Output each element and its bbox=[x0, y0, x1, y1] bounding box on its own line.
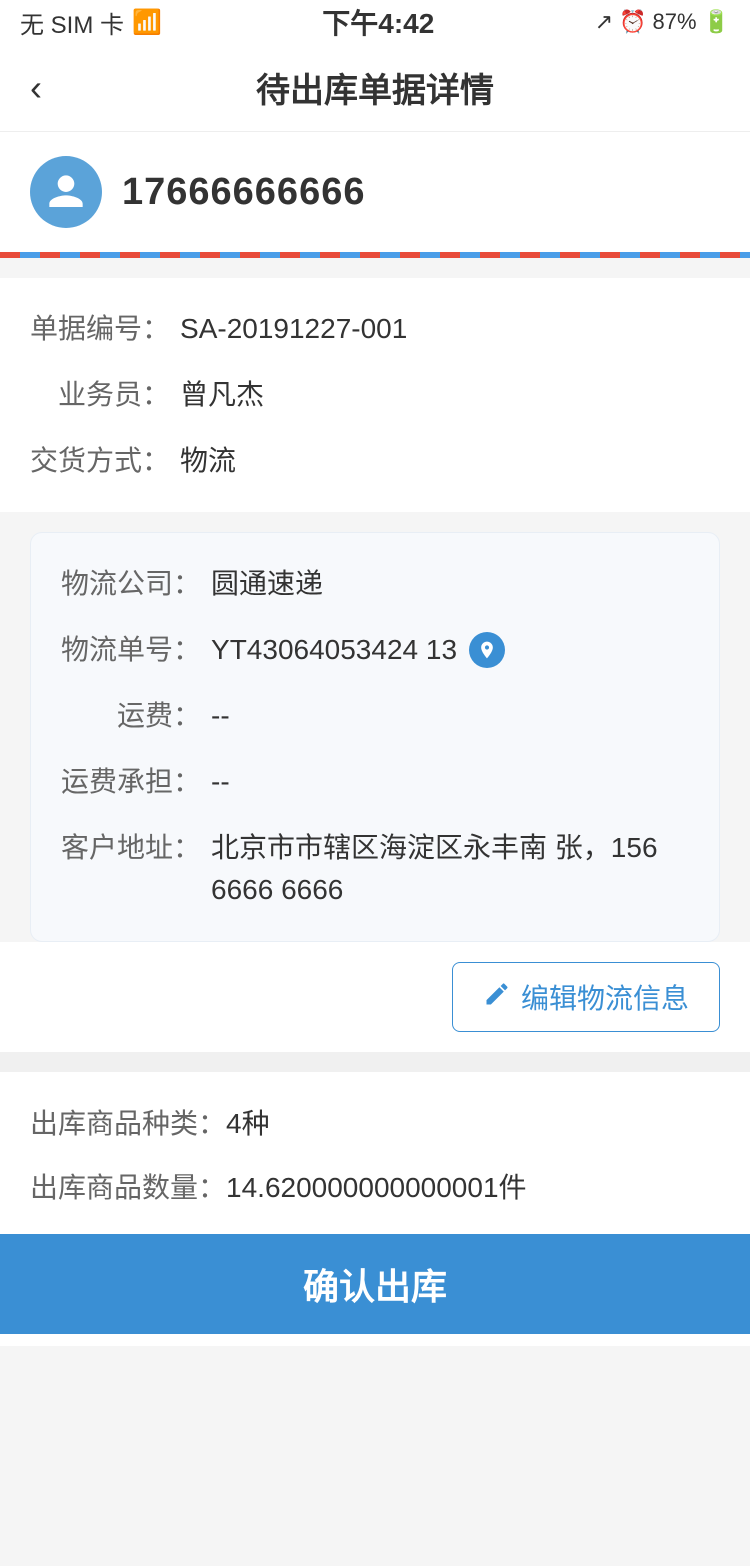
person-icon bbox=[46, 172, 86, 212]
address-value: 北京市市辖区海淀区永丰南 张，156 6666 6666 bbox=[211, 827, 689, 911]
tracking-no-label: 物流单号： bbox=[61, 629, 201, 671]
document-no-label: 单据编号： bbox=[30, 308, 170, 350]
status-time: 下午4:42 bbox=[322, 2, 434, 42]
tracking-no-value: YT43064053424 13 bbox=[211, 629, 689, 671]
delivery-method-label: 交货方式： bbox=[30, 440, 170, 482]
status-left: 无 SIM 卡 📶 bbox=[20, 5, 162, 40]
location-icon: ↗ bbox=[595, 9, 613, 35]
customer-phone: 17666666666 bbox=[122, 171, 365, 214]
product-types-value: 4种 bbox=[226, 1102, 270, 1142]
product-types-row: 出库商品种类： 4种 bbox=[30, 1102, 720, 1142]
basic-info-section: 单据编号： SA-20191227-001 业务员： 曾凡杰 交货方式： 物流 bbox=[0, 278, 750, 512]
product-quantity-row: 出库商品数量： 14.620000000000001件 bbox=[30, 1166, 720, 1206]
delivery-method-value: 物流 bbox=[180, 440, 720, 482]
tracking-no-row: 物流单号： YT43064053424 13 bbox=[61, 629, 689, 671]
logistics-company-value: 圆通速递 bbox=[211, 563, 689, 605]
battery-icon: 🔋 bbox=[703, 9, 730, 35]
nav-bar: ‹ 待出库单据详情 bbox=[0, 44, 750, 132]
confirm-label: 确认出库 bbox=[303, 1258, 447, 1310]
edit-logistics-button[interactable]: 编辑物流信息 bbox=[452, 962, 720, 1032]
document-no-row: 单据编号： SA-20191227-001 bbox=[30, 308, 720, 350]
product-quantity-value: 14.620000000000001件 bbox=[226, 1166, 527, 1206]
map-pin-icon[interactable] bbox=[469, 632, 505, 668]
content-spacer bbox=[0, 1346, 750, 1566]
freight-row: 运费： -- bbox=[61, 695, 689, 737]
delivery-method-row: 交货方式： 物流 bbox=[30, 440, 720, 482]
dashed-separator bbox=[0, 252, 750, 258]
page-title: 待出库单据详情 bbox=[256, 63, 494, 112]
edit-logistics-label: 编辑物流信息 bbox=[521, 977, 689, 1017]
status-bar: 无 SIM 卡 📶 下午4:42 ↗ ⏰ 87% 🔋 bbox=[0, 0, 750, 44]
section-divider bbox=[0, 1052, 750, 1072]
address-label: 客户地址： bbox=[61, 827, 201, 869]
customer-header: 17666666666 bbox=[0, 132, 750, 252]
products-section: 出库商品种类： 4种 出库商品数量： 14.620000000000001件 bbox=[0, 1072, 750, 1236]
sim-label: 无 SIM 卡 bbox=[20, 5, 124, 40]
battery-label: 87% bbox=[653, 9, 697, 35]
document-no-value: SA-20191227-001 bbox=[180, 308, 720, 350]
salesman-value: 曾凡杰 bbox=[180, 374, 720, 416]
edit-icon bbox=[483, 980, 511, 1015]
back-button[interactable]: ‹ bbox=[30, 67, 42, 109]
edit-btn-container: 编辑物流信息 bbox=[0, 942, 750, 1052]
address-row: 客户地址： 北京市市辖区海淀区永丰南 张，156 6666 6666 bbox=[61, 827, 689, 911]
freight-bearer-label: 运费承担： bbox=[61, 761, 201, 803]
logistics-company-row: 物流公司： 圆通速递 bbox=[61, 563, 689, 605]
alarm-icon: ⏰ bbox=[619, 9, 646, 35]
product-quantity-label: 出库商品数量： bbox=[30, 1166, 226, 1206]
product-types-label: 出库商品种类： bbox=[30, 1102, 226, 1142]
salesman-row: 业务员： 曾凡杰 bbox=[30, 374, 720, 416]
confirm-button[interactable]: 确认出库 bbox=[0, 1234, 750, 1334]
avatar bbox=[30, 156, 102, 228]
logistics-company-label: 物流公司： bbox=[61, 563, 201, 605]
logistics-card: 物流公司： 圆通速递 物流单号： YT43064053424 13 运费： --… bbox=[30, 532, 720, 942]
freight-bearer-value: -- bbox=[211, 761, 689, 803]
freight-label: 运费： bbox=[61, 695, 201, 737]
salesman-label: 业务员： bbox=[30, 374, 170, 416]
status-right: ↗ ⏰ 87% 🔋 bbox=[595, 9, 730, 35]
freight-value: -- bbox=[211, 695, 689, 737]
wifi-icon: 📶 bbox=[132, 8, 162, 37]
freight-bearer-row: 运费承担： -- bbox=[61, 761, 689, 803]
